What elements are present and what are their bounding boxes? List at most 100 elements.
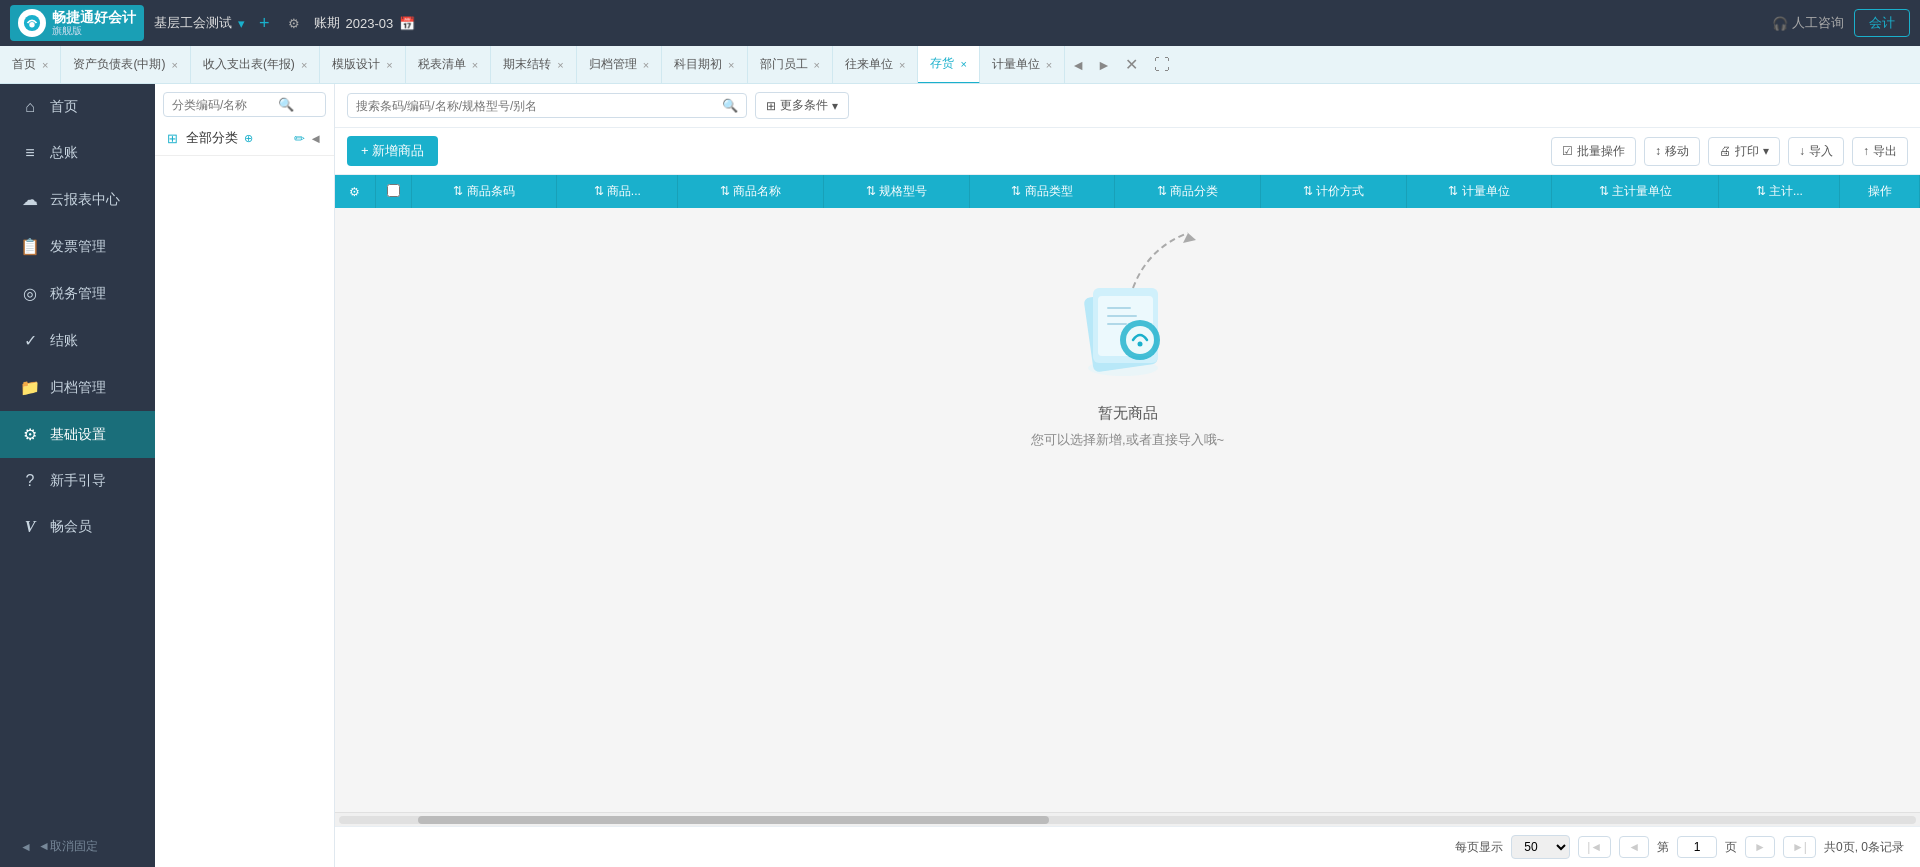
sidebar-item-member[interactable]: V 畅会员 (0, 504, 155, 550)
sidebar-pin-toggle[interactable]: ◄ ◄取消固定 (0, 826, 155, 867)
col-code[interactable]: ⇅ 商品... (557, 175, 678, 208)
col-unit[interactable]: ⇅ 计量单位 (1406, 175, 1552, 208)
tab-dept[interactable]: 部门员工 × (748, 46, 833, 84)
tab-template-close[interactable]: × (386, 59, 392, 71)
sidebar-item-ledger[interactable]: ≡ 总账 (0, 130, 155, 176)
sidebar-item-invoice[interactable]: 📋 发票管理 (0, 223, 155, 270)
tab-dept-label: 部门员工 (760, 56, 808, 73)
tab-balance-close[interactable]: × (171, 59, 177, 71)
next-page-button[interactable]: ► (1745, 836, 1775, 858)
sidebar-item-tax[interactable]: ◎ 税务管理 (0, 270, 155, 317)
col-name[interactable]: ⇅ 商品名称 (678, 175, 824, 208)
category-search-input[interactable] (172, 98, 272, 112)
scroll-thumb[interactable] (418, 816, 1049, 824)
add-product-button[interactable]: + 新增商品 (347, 136, 438, 166)
tab-archive[interactable]: 归档管理 × (577, 46, 662, 84)
batch-label: 批量操作 (1577, 143, 1625, 160)
help-button[interactable]: 🎧 人工咨询 (1772, 14, 1844, 32)
category-all-label: 全部分类 (186, 129, 238, 147)
add-tab-button[interactable]: + (255, 13, 274, 34)
col-type[interactable]: ⇅ 商品类型 (969, 175, 1115, 208)
sidebar-item-cloud[interactable]: ☁ 云报表中心 (0, 176, 155, 223)
tab-home[interactable]: 首页 × (0, 46, 61, 84)
sidebar-item-settle[interactable]: ✓ 结账 (0, 317, 155, 364)
company-selector[interactable]: 基层工会测试 ▾ (154, 14, 245, 32)
tab-archive-close[interactable]: × (643, 59, 649, 71)
settings-gear-icon[interactable]: ⚙ (284, 16, 304, 31)
tab-period[interactable]: 期末结转 × (491, 46, 576, 84)
sidebar-item-tax-label: 税务管理 (50, 285, 106, 303)
category-search-icon[interactable]: 🔍 (278, 97, 294, 112)
move-button[interactable]: ↕ 移动 (1644, 137, 1700, 166)
edit-icon[interactable]: ✏ (294, 131, 305, 146)
tab-prev-button[interactable]: ◄ (1065, 57, 1091, 73)
sidebar-item-archive[interactable]: 📁 归档管理 (0, 364, 155, 411)
col-settings[interactable]: ⚙ (335, 175, 375, 208)
col-category[interactable]: ⇅ 商品分类 (1115, 175, 1261, 208)
col-pricing[interactable]: ⇅ 计价方式 (1260, 175, 1406, 208)
col-spec[interactable]: ⇅ 规格型号 (823, 175, 969, 208)
calendar-icon[interactable]: 📅 (399, 16, 415, 31)
tab-expand-button[interactable]: ⛶ (1146, 56, 1178, 74)
print-button[interactable]: 🖨 打印 ▾ (1708, 137, 1780, 166)
horizontal-scrollbar[interactable] (335, 812, 1920, 826)
prev-page-button[interactable]: ◄ (1619, 836, 1649, 858)
product-search-box[interactable]: 🔍 (347, 93, 747, 118)
tab-next-button[interactable]: ► (1091, 57, 1117, 73)
tab-inventory-close[interactable]: × (960, 58, 966, 70)
collapse-icon[interactable]: ◄ (309, 131, 322, 146)
sidebar-item-home[interactable]: ⌂ 首页 (0, 84, 155, 130)
export-button[interactable]: ↑ 导出 (1852, 137, 1908, 166)
product-search-icon[interactable]: 🔍 (722, 98, 738, 113)
add-product-label: + 新增商品 (361, 142, 424, 160)
col-main-unit[interactable]: ⇅ 主计量单位 (1552, 175, 1719, 208)
tab-clients-close[interactable]: × (899, 59, 905, 71)
tab-subject[interactable]: 科目期初 × (662, 46, 747, 84)
scroll-track[interactable] (339, 816, 1916, 824)
period-value: 2023-03 (346, 16, 394, 31)
tab-tax-label: 税表清单 (418, 56, 466, 73)
col-barcode[interactable]: ⇅ 商品条码 (411, 175, 557, 208)
col-checkbox[interactable] (375, 175, 411, 208)
select-all-checkbox[interactable] (387, 184, 400, 197)
current-page-input[interactable] (1677, 836, 1717, 858)
svg-point-9 (1137, 342, 1142, 347)
print-label: 打印 (1735, 143, 1759, 160)
batch-icon: ☑ (1562, 144, 1573, 158)
grid-icon: ⊞ (167, 131, 178, 146)
tab-income[interactable]: 收入支出表(年报) × (191, 46, 320, 84)
tab-inventory[interactable]: 存货 × (918, 46, 979, 84)
sidebar-item-settings[interactable]: ⚙ 基础设置 (0, 411, 155, 458)
per-page-select[interactable]: 50 100 (1511, 835, 1570, 859)
product-search-input[interactable] (356, 99, 716, 113)
tab-income-close[interactable]: × (301, 59, 307, 71)
tab-unit[interactable]: 计量单位 × (980, 46, 1065, 84)
tab-tax[interactable]: 税表清单 × (406, 46, 491, 84)
batch-button[interactable]: ☑ 批量操作 (1551, 137, 1636, 166)
tab-tax-close[interactable]: × (472, 59, 478, 71)
top-header: 畅捷通好会计 旗舰版 基层工会测试 ▾ + ⚙ 账期 2023-03 📅 🎧 人… (0, 0, 1920, 46)
tab-unit-close[interactable]: × (1046, 59, 1052, 71)
first-page-button[interactable]: |◄ (1578, 836, 1611, 858)
category-count: ⊕ (244, 132, 253, 145)
filter-button[interactable]: ⊞ 更多条件 ▾ (755, 92, 849, 119)
tab-balance[interactable]: 资产负债表(中期) × (61, 46, 190, 84)
logo-area[interactable]: 畅捷通好会计 旗舰版 (10, 5, 144, 42)
tab-clients[interactable]: 往来单位 × (833, 46, 918, 84)
arrow-decoration (1128, 228, 1208, 298)
tab-dept-close[interactable]: × (814, 59, 820, 71)
tab-bar: 首页 × 资产负债表(中期) × 收入支出表(年报) × 模版设计 × 税表清单… (0, 46, 1920, 84)
home-icon: ⌂ (20, 98, 40, 116)
tab-period-close[interactable]: × (557, 59, 563, 71)
import-button[interactable]: ↓ 导入 (1788, 137, 1844, 166)
account-button[interactable]: 会计 (1854, 9, 1910, 37)
sidebar-item-guide[interactable]: ? 新手引导 (0, 458, 155, 504)
last-page-button[interactable]: ►| (1783, 836, 1816, 858)
col-main-unit2[interactable]: ⇅ 主计... (1719, 175, 1840, 208)
tab-subject-close[interactable]: × (728, 59, 734, 71)
category-search-box[interactable]: 🔍 (163, 92, 326, 117)
tab-template[interactable]: 模版设计 × (320, 46, 405, 84)
export-label: 导出 (1873, 143, 1897, 160)
guide-icon: ? (20, 472, 40, 490)
tab-close-all-button[interactable]: ✕ (1117, 55, 1146, 74)
